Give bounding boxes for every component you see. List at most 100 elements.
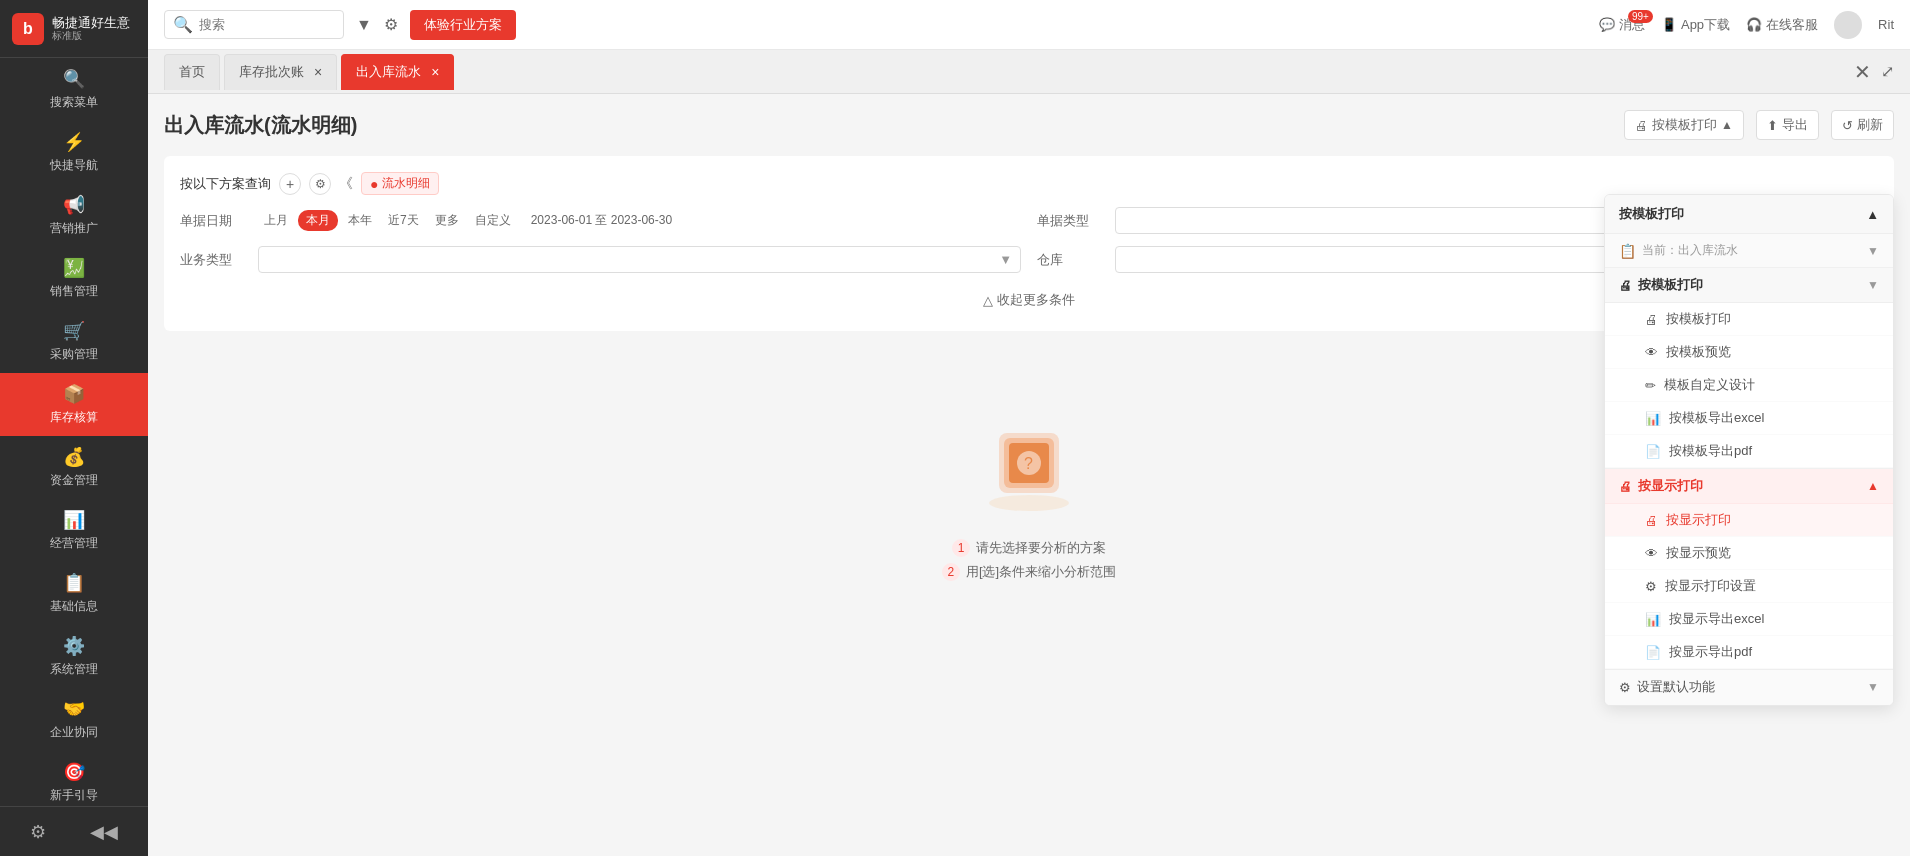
dropdown-header: 按模板打印 ▲ — [1605, 195, 1893, 234]
marketing-icon: 📢 — [63, 194, 85, 216]
template-section-icon: 🖨 — [1619, 278, 1632, 293]
shortcut-7days[interactable]: 近7天 — [382, 210, 425, 231]
default-icon: ⚙ — [1619, 680, 1631, 695]
dexcel-icon: 📊 — [1645, 612, 1661, 627]
refresh-btn[interactable]: ↺ 刷新 — [1831, 110, 1894, 140]
topbar-service-btn[interactable]: 🎧 在线客服 — [1746, 16, 1818, 34]
filter-section-label: 按以下方案查询 — [180, 175, 271, 193]
app-icon: 📱 — [1661, 17, 1677, 32]
search-icon: 🔍 — [173, 15, 193, 34]
tab-flow-close-icon[interactable]: × — [431, 64, 439, 80]
shortcut-last-month[interactable]: 上月 — [258, 210, 294, 231]
biztype-select[interactable]: ▼ — [258, 246, 1021, 273]
tcustom-icon: ✏ — [1645, 378, 1656, 393]
sidebar-item-system[interactable]: ⚙️ 系统管理 — [0, 625, 148, 688]
sidebar-item-finance[interactable]: 💰 资金管理 — [0, 436, 148, 499]
print-chevron-icon: ▲ — [1721, 118, 1733, 132]
empty-tip-2: 2 用[选]条件来缩小分析范围 — [942, 563, 1116, 581]
sidebar-item-basic[interactable]: 📋 基础信息 — [0, 562, 148, 625]
dropdown-template-preview[interactable]: 👁 按模板预览 — [1605, 336, 1893, 369]
filter-collapse-icon[interactable]: 《 — [339, 175, 353, 193]
tpreview-icon: 👁 — [1645, 345, 1658, 360]
dropdown-display-print[interactable]: 🖨 按显示打印 — [1605, 504, 1893, 537]
sidebar-item-guide[interactable]: 🎯 新手引导 — [0, 751, 148, 806]
message-icon: 💬 — [1599, 17, 1615, 32]
filter-active-tag[interactable]: ● 流水明细 — [361, 172, 439, 195]
tab-flow-label: 出入库流水 — [356, 63, 421, 81]
dropdown-display-export-excel[interactable]: 📊 按显示导出excel — [1605, 603, 1893, 636]
sidebar-settings-icon[interactable]: ⚙ — [30, 821, 46, 843]
print-icon: 🖨 — [1635, 118, 1648, 133]
topbar-right: 💬 消息 99+ 📱 App下载 🎧 在线客服 Rit — [1599, 11, 1894, 39]
dropdown-template-export-pdf[interactable]: 📄 按模板导出pdf — [1605, 435, 1893, 468]
tab-batch-close-icon[interactable]: × — [314, 64, 322, 80]
shortcut-this-year[interactable]: 本年 — [342, 210, 378, 231]
current-template-icon: 📋 — [1619, 243, 1636, 259]
empty-tip-1: 1 请先选择要分析的方案 — [952, 539, 1106, 557]
sidebar-item-sales[interactable]: 💹 销售管理 — [0, 247, 148, 310]
date-shortcuts: 上月 本月 本年 近7天 更多 自定义 — [258, 210, 517, 231]
basic-icon: 📋 — [63, 572, 85, 594]
dropdown-template-export-excel[interactable]: 📊 按模板导出excel — [1605, 402, 1893, 435]
operations-icon: 📊 — [63, 509, 85, 531]
tab-home-label: 首页 — [179, 63, 205, 81]
quick-nav-icon: ⚡ — [63, 131, 85, 153]
sidebar-item-cooperation[interactable]: 🤝 企业协同 — [0, 688, 148, 751]
tab-panel-close-icon[interactable]: ✕ — [1854, 60, 1871, 84]
dropdown-section-display: 🖨 按显示打印 ▲ — [1605, 468, 1893, 504]
logo-area: b 畅捷通好生意 标准版 — [0, 0, 148, 58]
dropdown-display-preview[interactable]: 👁 按显示预览 — [1605, 537, 1893, 570]
sidebar-label-sales: 销售管理 — [50, 283, 98, 300]
dropdown-section-template: 🖨 按模板打印 ▼ — [1605, 268, 1893, 303]
filter-add-btn[interactable]: + — [279, 173, 301, 195]
empty-illustration: ? — [969, 403, 1089, 523]
shortcut-this-month[interactable]: 本月 — [298, 210, 338, 231]
dprint-icon: 🖨 — [1645, 513, 1658, 528]
tabs-bar: 首页 库存批次账 × 出入库流水 × ✕ ⤢ — [148, 50, 1910, 94]
refresh-icon: ↺ — [1842, 118, 1853, 133]
dropdown-template-print[interactable]: 🖨 按模板打印 — [1605, 303, 1893, 336]
dropdown-set-default-btn[interactable]: ⚙ 设置默认功能 ▼ — [1605, 669, 1893, 705]
svg-text:?: ? — [1024, 455, 1033, 472]
finance-icon: 💰 — [63, 446, 85, 468]
dpdf-icon: 📄 — [1645, 645, 1661, 660]
guide-icon: 🎯 — [63, 761, 85, 783]
tab-maximize-icon[interactable]: ⤢ — [1881, 62, 1894, 81]
topbar-gear-icon[interactable]: ⚙ — [384, 15, 398, 34]
search-input[interactable] — [199, 17, 329, 32]
sidebar-item-inventory[interactable]: 📦 库存核算 — [0, 373, 148, 436]
dropdown-chevron-up-icon[interactable]: ▲ — [1866, 207, 1879, 222]
sidebar-item-operations[interactable]: 📊 经营管理 — [0, 499, 148, 562]
dropdown-display-export-pdf[interactable]: 📄 按显示导出pdf — [1605, 636, 1893, 669]
topbar-dropdown-icon[interactable]: ▼ — [356, 16, 372, 34]
tab-home[interactable]: 首页 — [164, 54, 220, 90]
topbar-username[interactable]: Rit — [1878, 17, 1894, 32]
sidebar-item-purchase[interactable]: 🛒 采购管理 — [0, 310, 148, 373]
sidebar-item-quick-nav[interactable]: ⚡ 快捷导航 — [0, 121, 148, 184]
default-chevron-icon: ▼ — [1867, 680, 1879, 694]
dropdown-inner: 📋 当前：出入库流水 ▼ 🖨 按模板打印 ▼ 🖨 按模板打印 👁 按模板预览 — [1605, 234, 1893, 705]
shortcut-more[interactable]: 更多 — [429, 210, 465, 231]
dropdown-current-template[interactable]: 📋 当前：出入库流水 ▼ — [1605, 234, 1893, 268]
tab-batch-account[interactable]: 库存批次账 × — [224, 54, 337, 90]
export-btn[interactable]: ⬆ 导出 — [1756, 110, 1819, 140]
tab-flow[interactable]: 出入库流水 × — [341, 54, 454, 90]
sidebar-item-marketing[interactable]: 📢 营销推广 — [0, 184, 148, 247]
sidebar-label-marketing: 营销推广 — [50, 220, 98, 237]
topbar-message-btn[interactable]: 💬 消息 99+ — [1599, 16, 1645, 34]
topbar-app-btn[interactable]: 📱 App下载 — [1661, 16, 1730, 34]
dropdown-template-custom-design[interactable]: ✏ 模板自定义设计 — [1605, 369, 1893, 402]
dropdown-display-print-settings[interactable]: ⚙ 按显示打印设置 — [1605, 570, 1893, 603]
logo-icon: b — [12, 13, 44, 45]
tprint-icon: 🖨 — [1645, 312, 1658, 327]
sidebar-collapse-icon[interactable]: ◀◀ — [90, 821, 118, 843]
dpreview-icon: 👁 — [1645, 546, 1658, 561]
sidebar-item-search[interactable]: 🔍 搜索菜单 — [0, 58, 148, 121]
template-section-chevron-icon: ▼ — [1867, 278, 1879, 292]
industry-btn[interactable]: 体验行业方案 — [410, 10, 516, 40]
user-avatar[interactable] — [1834, 11, 1862, 39]
topbar-search-box[interactable]: 🔍 — [164, 10, 344, 39]
print-template-btn[interactable]: 🖨 按模板打印 ▲ — [1624, 110, 1744, 140]
shortcut-custom[interactable]: 自定义 — [469, 210, 517, 231]
filter-settings-icon[interactable]: ⚙ — [309, 173, 331, 195]
